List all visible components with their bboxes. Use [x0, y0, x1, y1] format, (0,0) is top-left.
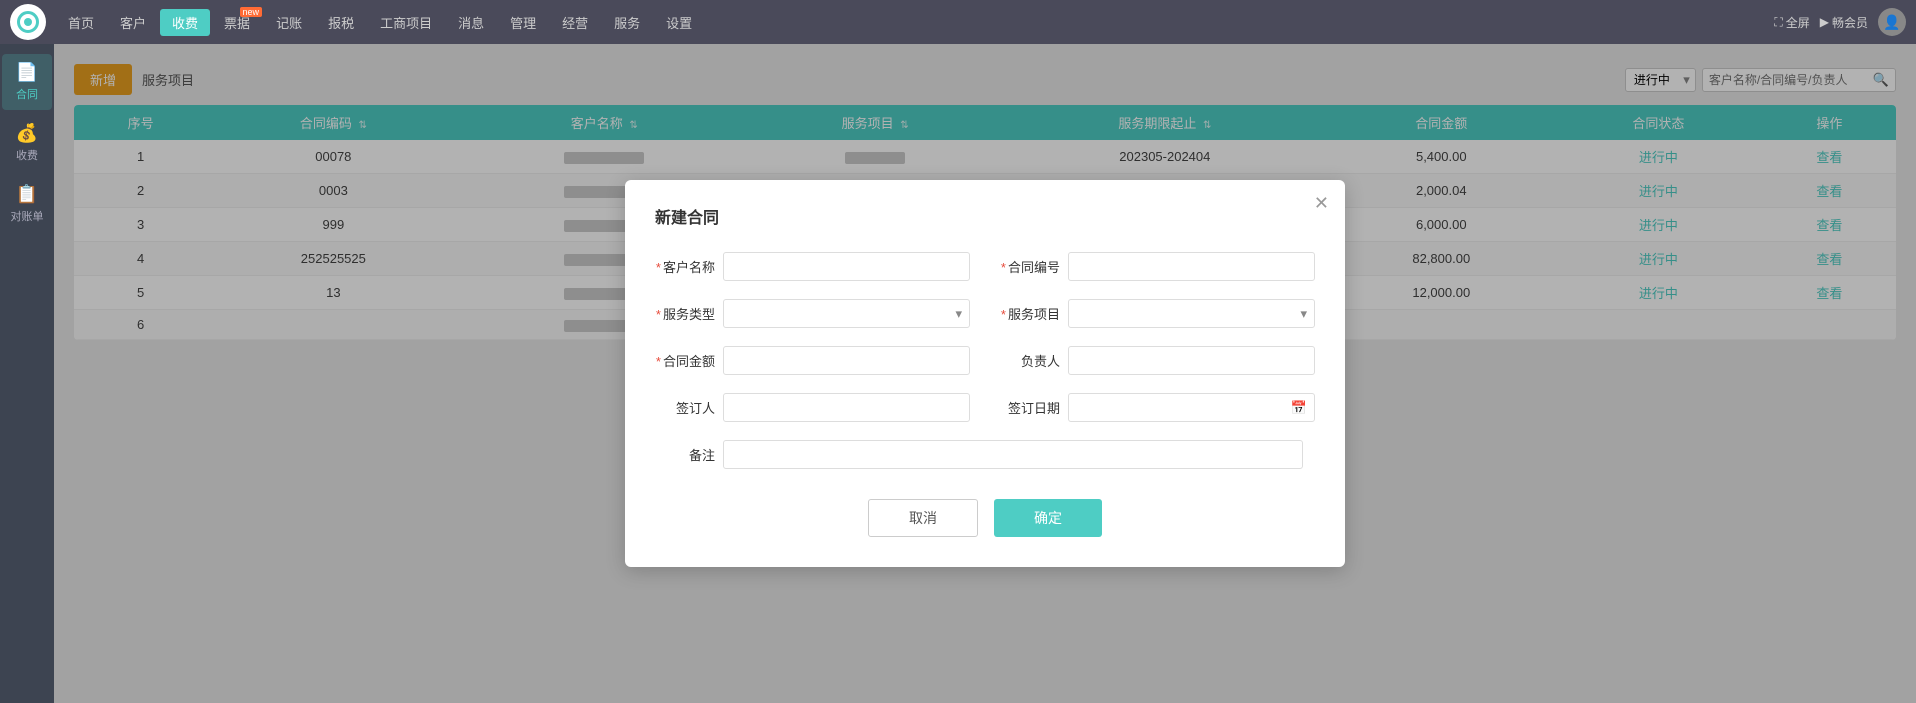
statement-icon: 📋 [16, 184, 38, 205]
nav-items: 首页 客户 收费 票据 new 记账 报税 工商项目 消息 管理 经营 服务 设… [56, 9, 1774, 36]
required-star-2: * [1001, 260, 1006, 275]
nav-item-tax[interactable]: 报税 [316, 9, 366, 36]
form-row-4: 签订人 签订日期 2023-06-06 📅 [655, 393, 1315, 422]
modal-footer: 取消 确定 [655, 499, 1315, 537]
form-row-5: 备注 [655, 440, 1315, 469]
fullscreen-button[interactable]: ⛶ 全屏 [1774, 14, 1809, 31]
amount-label: *合同金额 [655, 351, 715, 370]
nav-item-settings[interactable]: 设置 [654, 9, 704, 36]
sidebar-item-contract[interactable]: 📄 合同 [2, 54, 52, 110]
new-badge-tag: new [240, 7, 263, 17]
fullscreen-icon: ⛶ [1774, 15, 1782, 30]
form-row-3: *合同金额 0.00 负责人 [655, 346, 1315, 375]
signer-label: 签订人 [655, 398, 715, 417]
nav-item-manage[interactable]: 管理 [498, 9, 548, 36]
required-star-5: * [656, 354, 661, 369]
client-name-label: *客户名称 [655, 257, 715, 276]
form-group-client-name: *客户名称 [655, 252, 970, 281]
cancel-button[interactable]: 取消 [868, 499, 978, 537]
nav-item-message[interactable]: 消息 [446, 9, 496, 36]
form-group-amount: *合同金额 0.00 [655, 346, 970, 375]
sidebar-item-fee[interactable]: 💰 收费 [2, 115, 52, 171]
nav-item-accounting[interactable]: 记账 [264, 9, 314, 36]
service-type-select[interactable] [723, 299, 970, 328]
nav-item-operation[interactable]: 经营 [550, 9, 600, 36]
modal-title: 新建合同 [655, 204, 1315, 228]
main-content: 新增 服务项目 进行中 已完成 已取消 🔍 [54, 44, 1916, 703]
service-type-label: *服务类型 [655, 304, 715, 323]
sidebar: 📄 合同 💰 收费 📋 对账单 [0, 44, 54, 703]
logo [10, 4, 46, 40]
nav-item-bills[interactable]: 票据 new [212, 9, 262, 36]
fee-icon: 💰 [16, 123, 38, 144]
top-nav: 首页 客户 收费 票据 new 记账 报税 工商项目 消息 管理 经营 服务 设… [0, 0, 1916, 44]
contract-no-label: *合同编号 [1000, 257, 1060, 276]
play-icon: ▶ [1820, 15, 1829, 29]
confirm-button[interactable]: 确定 [994, 499, 1102, 537]
nav-item-home[interactable]: 首页 [56, 9, 106, 36]
sign-date-label: 签订日期 [1000, 398, 1060, 417]
form-group-remarks: 备注 [655, 440, 1315, 469]
required-star: * [656, 260, 661, 275]
member-button[interactable]: ▶ 畅会员 [1820, 14, 1868, 31]
sign-date-wrapper: 2023-06-06 📅 [1068, 393, 1315, 422]
nav-item-billing[interactable]: 收费 [160, 9, 210, 36]
remarks-input[interactable] [723, 440, 1303, 469]
form-row-2: *服务类型 *服务项目 [655, 299, 1315, 328]
client-name-input[interactable] [723, 252, 970, 281]
required-star-4: * [1001, 307, 1006, 322]
responsible-input[interactable] [1068, 346, 1315, 375]
form-group-contract-no: *合同编号 [1000, 252, 1315, 281]
form-row-1: *客户名称 *合同编号 [655, 252, 1315, 281]
amount-input[interactable]: 0.00 [723, 346, 970, 375]
modal-close-button[interactable]: ✕ [1314, 194, 1329, 212]
service-item-label: *服务项目 [1000, 304, 1060, 323]
remarks-label: 备注 [655, 445, 715, 464]
sign-date-input[interactable]: 2023-06-06 [1068, 393, 1315, 422]
service-item-select-wrapper [1068, 299, 1315, 328]
sidebar-item-statement[interactable]: 📋 对账单 [2, 176, 52, 232]
service-item-select[interactable] [1068, 299, 1315, 328]
contract-icon: 📄 [16, 62, 38, 83]
nav-item-business[interactable]: 工商项目 [368, 9, 444, 36]
form-group-service-item: *服务项目 [1000, 299, 1315, 328]
avatar[interactable]: 👤 [1878, 8, 1906, 36]
new-contract-modal: ✕ 新建合同 *客户名称 *合同编号 [625, 180, 1345, 567]
responsible-label: 负责人 [1000, 351, 1060, 370]
signer-input[interactable] [723, 393, 970, 422]
contract-no-input[interactable] [1068, 252, 1315, 281]
nav-item-service[interactable]: 服务 [602, 9, 652, 36]
service-type-select-wrapper [723, 299, 970, 328]
form-group-signer: 签订人 [655, 393, 970, 422]
layout: 📄 合同 💰 收费 📋 对账单 新增 服务项目 进行中 已完成 已取消 [0, 44, 1916, 703]
form-group-service-type: *服务类型 [655, 299, 970, 328]
nav-right: ⛶ 全屏 ▶ 畅会员 👤 [1774, 8, 1906, 36]
form-group-sign-date: 签订日期 2023-06-06 📅 [1000, 393, 1315, 422]
required-star-3: * [656, 307, 661, 322]
nav-item-customer[interactable]: 客户 [108, 9, 158, 36]
form-group-responsible: 负责人 [1000, 346, 1315, 375]
calendar-icon[interactable]: 📅 [1291, 400, 1307, 416]
modal-overlay: ✕ 新建合同 *客户名称 *合同编号 [54, 44, 1916, 703]
